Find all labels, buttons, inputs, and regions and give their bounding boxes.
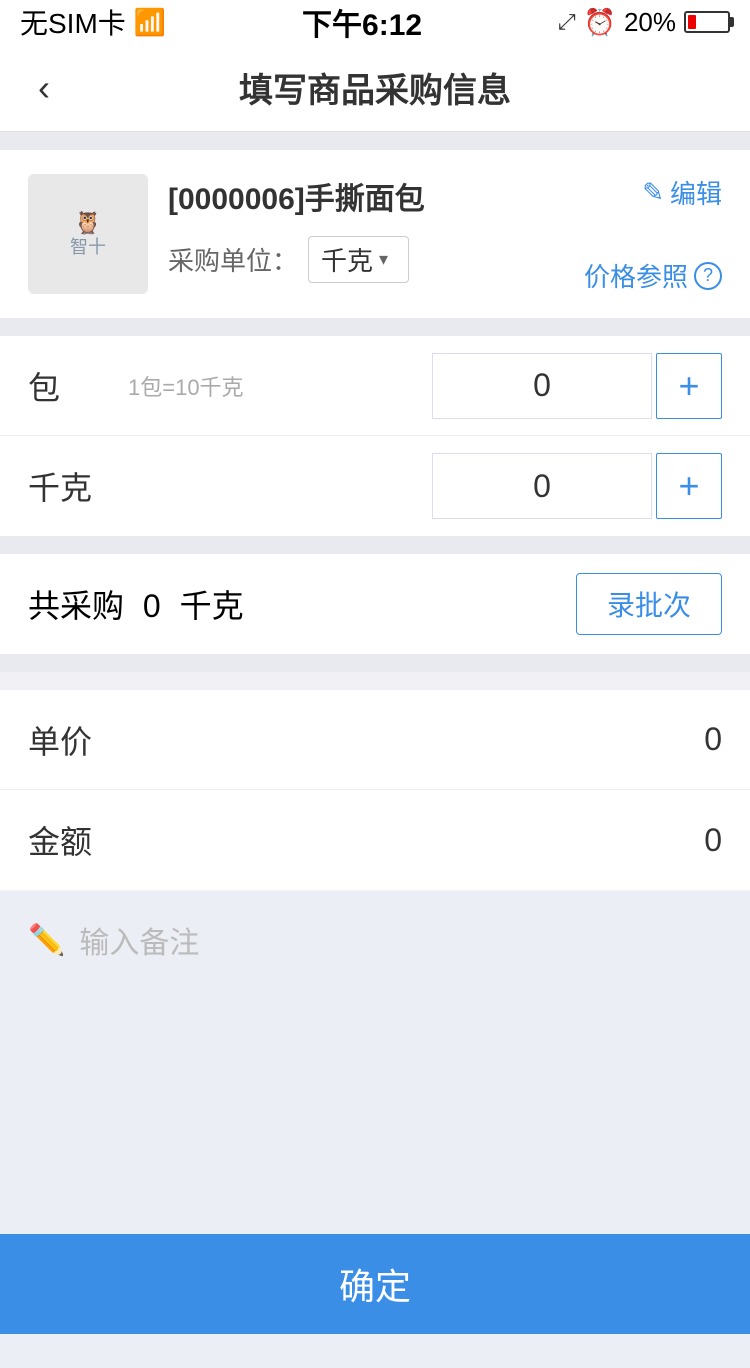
nav-bar: ‹ 填写商品采购信息 (0, 44, 750, 132)
unit-label: 采购单位： (168, 241, 298, 278)
kg-plus-icon: + (678, 465, 699, 507)
mid-separator-1 (0, 318, 750, 336)
help-icon: ? (694, 262, 722, 290)
page-title: 填写商品采购信息 (239, 63, 511, 112)
package-number-input: 0 + (432, 353, 722, 419)
product-image: 🦉 智十 (28, 174, 148, 294)
product-logo: 🦉 智十 (70, 212, 106, 256)
package-plus-button[interactable]: + (656, 353, 722, 419)
status-left: 无SIM卡 📶 (20, 2, 166, 42)
amount-label: 金额 (28, 817, 92, 863)
remark-placeholder: 输入备注 (79, 918, 199, 962)
mid-separator-3 (0, 654, 750, 672)
edit-icon: ✎ (642, 177, 664, 208)
kg-value: 0 (533, 468, 551, 505)
confirm-button[interactable]: 确定 (0, 1234, 750, 1334)
total-unit: 千克 (180, 588, 244, 624)
total-label-text: 共采购 (28, 588, 124, 624)
package-value-box[interactable]: 0 (432, 353, 652, 419)
package-label: 包 (28, 363, 108, 409)
kg-input-row: 千克 0 + (0, 436, 750, 536)
amount-row: 金额 0 (0, 790, 750, 890)
edit-button[interactable]: ✎ 编辑 (642, 174, 722, 211)
remark-section[interactable]: ✏️ 输入备注 (0, 892, 750, 988)
total-label: 共采购 0 千克 (28, 581, 244, 627)
kg-number-input: 0 + (432, 453, 722, 519)
total-value: 0 (143, 588, 161, 624)
logo-text: 智十 (70, 238, 106, 256)
pencil-icon: ✏️ (28, 923, 65, 958)
carrier-text: 无SIM卡 (20, 2, 126, 42)
package-input-row: 包 1包=10千克 0 + (0, 336, 750, 436)
batch-button[interactable]: 录批次 (576, 573, 722, 635)
status-right: ⤢ ⏰ 20% (558, 7, 730, 38)
back-button[interactable]: ‹ (28, 57, 60, 119)
mid-separator-2 (0, 536, 750, 554)
kg-label: 千克 (28, 463, 108, 509)
status-bar: 无SIM卡 📶 下午6:12 ⤢ ⏰ 20% (0, 0, 750, 44)
alarm-icon: ⏰ (584, 7, 616, 38)
unit-value: 千克 (321, 241, 373, 278)
top-separator (0, 132, 750, 150)
battery-icon (684, 11, 730, 33)
price-ref-label: 价格参照 (584, 257, 688, 294)
total-row: 共采购 0 千克 录批次 (0, 554, 750, 654)
price-ref-button[interactable]: 价格参照 ? (584, 257, 722, 294)
package-plus-icon: + (678, 365, 699, 407)
amount-value: 0 (704, 822, 722, 859)
package-sublabel: 1包=10千克 (128, 370, 244, 402)
product-card: 🦉 智十 [0000006]手撕面包 采购单位： 千克 ▾ ✎ 编辑 价格参照 … (0, 150, 750, 318)
package-value: 0 (533, 367, 551, 404)
unit-select[interactable]: 千克 ▾ (308, 236, 409, 283)
wifi-icon: 📶 (134, 7, 166, 38)
price-section: 单价 0 金额 0 (0, 690, 750, 890)
dropdown-arrow-icon: ▾ (379, 249, 388, 270)
input-section: 包 1包=10千克 0 + 千克 0 + (0, 336, 750, 536)
unit-price-value: 0 (704, 721, 722, 758)
unit-price-row: 单价 0 (0, 690, 750, 790)
unit-price-label: 单价 (28, 717, 92, 763)
product-name: [0000006]手撕面包 (168, 174, 722, 218)
status-time: 下午6:12 (302, 0, 422, 44)
edit-label: 编辑 (670, 174, 722, 211)
kg-value-box[interactable]: 0 (432, 453, 652, 519)
battery-text: 20% (624, 7, 676, 38)
kg-plus-button[interactable]: + (656, 453, 722, 519)
location-icon: ⤢ (558, 9, 576, 35)
